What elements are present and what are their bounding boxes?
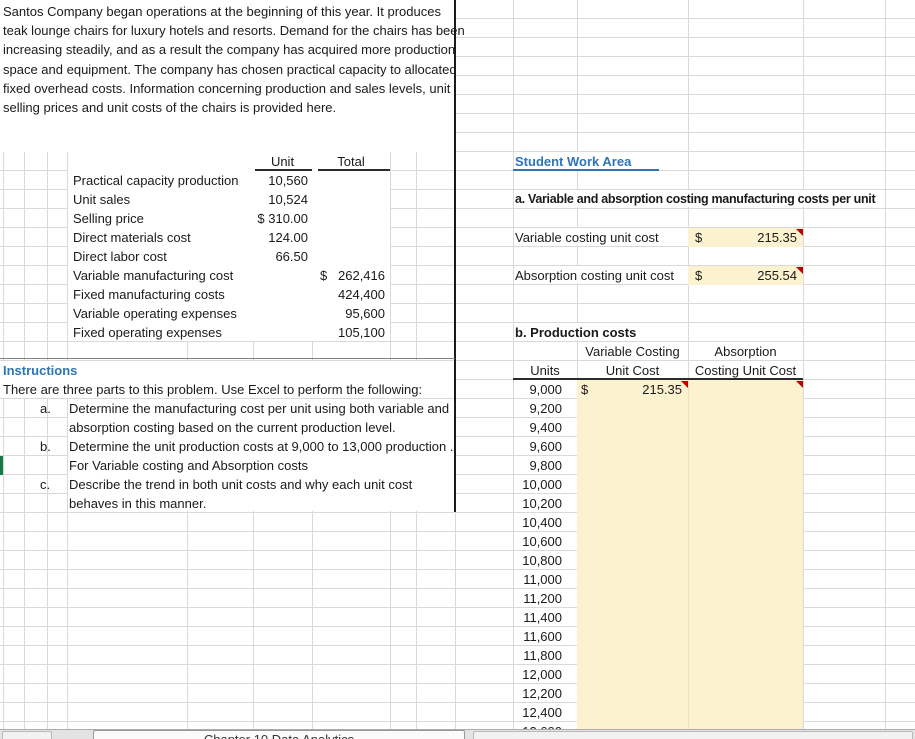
problem-statement-line: Santos Company began operations at the b… [3, 4, 441, 19]
sheet-tab-bar: Chapter 10 Data Analytics [0, 729, 915, 739]
problem-statement-line: increasing steadily, and as a result the… [3, 42, 456, 57]
table-row-label: Fixed manufacturing costs [73, 287, 225, 302]
comment-indicator-icon [681, 381, 688, 388]
spreadsheet: Santos Company began operations at the b… [0, 0, 915, 739]
variable-costing-col-header: Unit Cost [605, 363, 660, 378]
table-row-label: Variable manufacturing cost [73, 268, 234, 283]
units-value[interactable]: 9,200 [513, 399, 562, 418]
currency-symbol: $ [320, 268, 328, 283]
instruction-text: Determine the unit production costs at 9… [69, 439, 454, 454]
units-value[interactable]: 9,800 [513, 456, 562, 475]
table-total-value[interactable]: $ 262,416 [320, 266, 385, 285]
problem-statement-line: teak lounge chairs for luxury hotels and… [3, 23, 465, 38]
gridline [3, 152, 4, 729]
comment-indicator-icon [796, 229, 803, 236]
units-value[interactable]: 12,400 [513, 703, 562, 722]
units-value[interactable]: 11,400 [513, 608, 562, 627]
sheet-tab-label: Chapter 10 Data Analytics [94, 733, 464, 739]
table-row-label: Practical capacity production [73, 173, 239, 188]
sheet-tab[interactable] [473, 731, 913, 739]
units-value[interactable]: 11,800 [513, 646, 562, 665]
variable-costing-value[interactable]: 215.35 [700, 228, 797, 247]
instruction-text: Determine the manufacturing cost per uni… [69, 401, 450, 416]
table-total-value[interactable]: 105,100 [312, 323, 385, 342]
units-value[interactable]: 11,200 [513, 589, 562, 608]
table-unit-value[interactable]: 10,560 [253, 171, 308, 190]
instructions-top-border [0, 358, 455, 359]
absorption-costing-value[interactable]: 255.54 [700, 266, 797, 285]
variable-costing-label: Variable costing unit cost [515, 230, 659, 245]
units-value[interactable]: 9,400 [513, 418, 562, 437]
total-amount: 262,416 [338, 268, 385, 283]
units-value[interactable]: 12,000 [513, 665, 562, 684]
gridline [803, 0, 804, 729]
units-value[interactable]: 10,400 [513, 513, 562, 532]
table-row-label: Direct materials cost [73, 230, 191, 245]
table-row-label: Unit sales [73, 192, 131, 207]
instructions-intro: There are three parts to this problem. U… [3, 382, 423, 397]
table-unit-value[interactable]: 10,524 [253, 190, 308, 209]
absorption-col-header: Costing Unit Cost [694, 363, 797, 378]
variable-costing-col-header: Variable Costing [585, 344, 680, 359]
instruction-letter: a. [40, 401, 51, 416]
instruction-text: behaves in this manner. [69, 496, 207, 511]
instruction-letter: c. [40, 477, 51, 492]
instruction-letter: b. [40, 439, 51, 454]
instruction-text: absorption costing based on the current … [69, 420, 396, 435]
gridline [24, 152, 25, 729]
total-column-header: Total [337, 154, 365, 169]
units-value[interactable]: 9,600 [513, 437, 562, 456]
table-row-label: Selling price [73, 211, 144, 226]
units-value[interactable]: 11,600 [513, 627, 562, 646]
problem-statement-line: selling prices and unit costs of the cha… [3, 100, 337, 115]
table-row-label: Direct labor cost [73, 249, 167, 264]
table-row-label: Variable operating expenses [73, 306, 237, 321]
section-b-heading: b. Production costs [515, 325, 637, 340]
units-value[interactable]: 10,600 [513, 532, 562, 551]
units-value[interactable]: 9,000 [513, 380, 562, 399]
instruction-text: For Variable costing and Absorption cost… [69, 458, 308, 473]
absorption-costing-label: Absorption costing unit cost [515, 268, 674, 283]
table-total-value[interactable]: 95,600 [312, 304, 385, 323]
variable-costing-cell-9000[interactable]: 215.35 [577, 380, 682, 399]
table-unit-value[interactable]: 124.00 [253, 228, 308, 247]
section-a-heading: a. Variable and absorption costing manuf… [515, 192, 876, 206]
instruction-text: Describe the trend in both unit costs an… [69, 477, 413, 492]
absorption-col-header: Absorption [714, 344, 777, 359]
unit-column-header: Unit [270, 154, 295, 169]
problem-statement-line: space and equipment. The company has cho… [3, 62, 457, 77]
gridline [455, 512, 456, 729]
units-value[interactable]: 11,000 [513, 570, 562, 589]
sheet-tab-active[interactable]: Chapter 10 Data Analytics [93, 730, 465, 739]
units-value[interactable]: 10,000 [513, 475, 562, 494]
units-col-header: Units [530, 363, 560, 378]
table-unit-value[interactable]: $ 310.00 [253, 209, 308, 228]
active-cell-indicator [0, 456, 3, 475]
student-work-area-title: Student Work Area [515, 154, 632, 169]
sheet-tab[interactable] [2, 731, 52, 739]
problem-statement-line: fixed overhead costs. Information concer… [3, 81, 451, 96]
production-costs-input-area[interactable] [577, 380, 803, 729]
table-total-value[interactable]: 424,400 [312, 285, 385, 304]
comment-indicator-icon [796, 267, 803, 274]
units-value[interactable]: 10,800 [513, 551, 562, 570]
gridline [688, 380, 689, 729]
units-value[interactable]: 12,200 [513, 684, 562, 703]
gridline [885, 0, 886, 729]
units-value[interactable]: 10,200 [513, 494, 562, 513]
table-unit-value[interactable]: 66.50 [253, 247, 308, 266]
comment-indicator-icon [796, 381, 803, 388]
instructions-title: Instructions [3, 363, 78, 378]
table-row-label: Fixed operating expenses [73, 325, 222, 340]
